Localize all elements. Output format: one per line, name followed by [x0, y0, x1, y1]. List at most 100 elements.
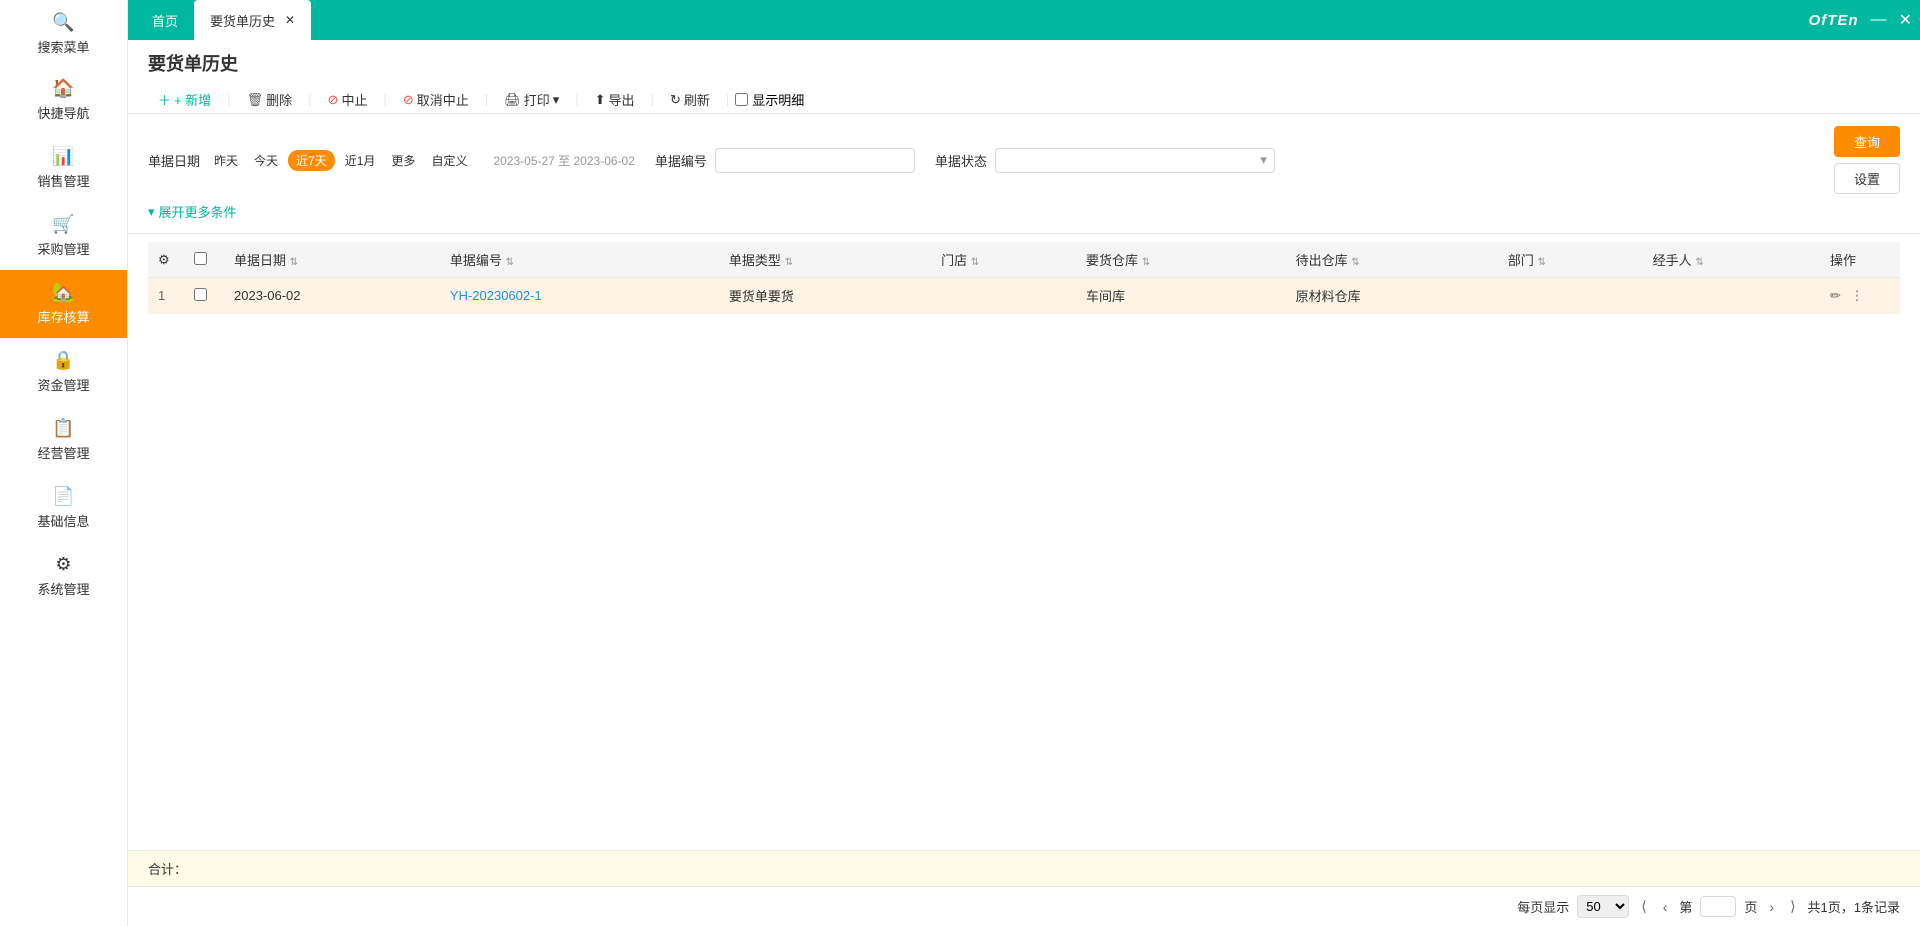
status-filter-group: 单据状态 ▾: [935, 148, 1275, 173]
sort-pending-warehouse-icon[interactable]: ⇅: [1351, 257, 1359, 268]
col-pending-warehouse: 待出仓库 ⇅: [1286, 242, 1498, 278]
sort-doc-type-icon[interactable]: ⇅: [785, 257, 793, 268]
row-1-doc-date: 2023-06-02: [224, 278, 440, 314]
col-settings: ⚙: [148, 242, 184, 278]
date-range-display: 2023-05-27 至 2023-06-02: [493, 152, 634, 169]
sort-store-icon[interactable]: ⇅: [971, 257, 979, 268]
sort-dept-icon[interactable]: ⇅: [1537, 257, 1545, 268]
date-filter-label: 单据日期: [148, 151, 200, 170]
select-all-checkbox[interactable]: [194, 252, 207, 265]
current-page-input[interactable]: 1: [1700, 896, 1736, 917]
row-1-store: [931, 278, 1076, 314]
date-btn-1month[interactable]: 近1月: [339, 150, 382, 171]
page-size-select[interactable]: 50 10 20 100: [1577, 895, 1629, 918]
date-btn-yesterday[interactable]: 昨天: [208, 150, 244, 171]
close-button[interactable]: ✕: [1899, 10, 1912, 30]
sidebar-item-purchase[interactable]: 🛒 采购管理: [0, 202, 127, 270]
tab-home[interactable]: 首页: [136, 0, 194, 40]
plus-icon: ＋: [158, 90, 171, 109]
print-button[interactable]: 🖨 打印 ▾: [494, 86, 569, 113]
delete-icon: 🗑: [247, 92, 264, 108]
expand-more-btn[interactable]: ▾ 展开更多条件: [148, 202, 1900, 221]
show-detail-checkbox[interactable]: [735, 93, 748, 106]
purchase-icon: 🛒: [52, 214, 74, 235]
row-1-select-checkbox[interactable]: [194, 288, 207, 301]
sidebar-item-sales[interactable]: 📊 销售管理: [0, 134, 127, 202]
table-area: ⚙ 单据日期 ⇅ 单据编号 ⇅ 单据类型 ⇅: [128, 234, 1920, 850]
sidebar-item-quick-nav[interactable]: 🏠 快捷导航: [0, 66, 127, 134]
date-btn-7days[interactable]: 近7天: [288, 150, 335, 171]
row-1-edit-icon[interactable]: ✏: [1830, 288, 1841, 303]
stop-button[interactable]: ⊘ 中止: [318, 86, 378, 113]
query-button[interactable]: 查询: [1834, 126, 1900, 157]
sidebar-item-inventory[interactable]: 🏡 库存核算: [0, 270, 127, 338]
date-shortcuts: 昨天 今天 近7天 近1月 更多 自定义: [208, 150, 473, 171]
sidebar-item-system[interactable]: ⚙ 系统管理: [0, 542, 127, 610]
status-input[interactable]: [995, 148, 1275, 173]
page-title: 要货单历史: [148, 50, 1900, 76]
summary-label: 合计：: [148, 862, 187, 877]
sidebar-item-operations[interactable]: 📋 经营管理: [0, 406, 127, 474]
last-page-button[interactable]: ⟩: [1786, 896, 1799, 917]
sep4: |: [485, 92, 488, 107]
toolbar: ＋ + 新增 | 🗑 删除 | ⊘ 中止 | ⊘ 取消中止 |: [148, 86, 804, 113]
basic-info-icon: 📄: [52, 486, 74, 507]
tab-requisition-history[interactable]: 要货单历史 ✕: [194, 0, 311, 40]
filter-actions: 查询 设置: [1834, 126, 1900, 194]
next-page-button[interactable]: ›: [1765, 897, 1778, 917]
cancel-stop-button[interactable]: ⊘ 取消中止: [393, 86, 479, 113]
doc-no-input[interactable]: [715, 148, 915, 173]
first-page-button[interactable]: ⟨: [1637, 896, 1650, 917]
sidebar-item-quick-nav-label: 快捷导航: [37, 103, 89, 122]
col-doc-type: 单据类型 ⇅: [719, 242, 931, 278]
finance-icon: 🔒: [52, 350, 74, 371]
sort-doc-no-icon[interactable]: ⇅: [506, 257, 514, 268]
export-button[interactable]: ⬆ 导出: [585, 86, 645, 113]
prev-page-button[interactable]: ‹: [1659, 897, 1672, 917]
sidebar-item-finance[interactable]: 🔒 资金管理: [0, 338, 127, 406]
row-1-pending-warehouse: 原材料仓库: [1286, 278, 1498, 314]
col-store: 门店 ⇅: [931, 242, 1076, 278]
new-button[interactable]: ＋ + 新增: [148, 86, 221, 113]
main-content: 首页 要货单历史 ✕ OfTEn — ✕ 要货单历史 ＋ + 新增 | 🗑: [128, 0, 1920, 926]
cancel-stop-icon: ⊘: [403, 92, 414, 108]
sidebar-item-finance-label: 资金管理: [37, 375, 89, 394]
sort-handler-icon[interactable]: ⇅: [1695, 257, 1703, 268]
sep5: |: [575, 92, 578, 107]
col-req-warehouse: 要货仓库 ⇅: [1076, 242, 1286, 278]
sales-icon: 📊: [52, 146, 74, 167]
refresh-button[interactable]: ↻ 刷新: [660, 86, 720, 113]
sort-doc-date-icon[interactable]: ⇅: [290, 257, 298, 268]
sidebar: 🔍 搜索菜单 🏠 快捷导航 📊 销售管理 🛒 采购管理 🏡 库存核算 🔒 资金管…: [0, 0, 128, 926]
refresh-icon: ↻: [670, 92, 681, 108]
footer-summary: 合计：: [128, 850, 1920, 886]
col-settings-icon[interactable]: ⚙: [158, 252, 170, 267]
date-btn-more[interactable]: 更多: [385, 150, 421, 171]
sep7: |: [726, 92, 729, 107]
print-dropdown-icon: ▾: [553, 92, 560, 108]
show-detail-toggle[interactable]: 显示明细: [735, 90, 804, 109]
delete-button[interactable]: 🗑 删除: [237, 86, 303, 113]
tab-home-label: 首页: [152, 11, 178, 30]
row-1-more-icon[interactable]: ⋮: [1851, 288, 1864, 303]
sidebar-item-search[interactable]: 🔍 搜索菜单: [0, 0, 127, 66]
row-1-doc-no-link[interactable]: YH-20230602-1: [450, 288, 542, 303]
export-icon: ⬆: [595, 92, 606, 108]
row-1-doc-no: YH-20230602-1: [440, 278, 719, 314]
col-checkbox: [184, 242, 224, 278]
tab-close-icon[interactable]: ✕: [285, 13, 295, 27]
minimize-button[interactable]: —: [1871, 11, 1887, 29]
sort-req-warehouse-icon[interactable]: ⇅: [1142, 257, 1150, 268]
row-1-checkbox: [184, 278, 224, 314]
brand-label: OfTEn: [1809, 12, 1859, 29]
date-btn-custom[interactable]: 自定义: [425, 150, 473, 171]
sidebar-item-basic-info[interactable]: 📄 基础信息: [0, 474, 127, 542]
table-row[interactable]: 1 2023-06-02 YH-20230602-1 要货单要货 车间库 原材料…: [148, 278, 1900, 314]
date-btn-today[interactable]: 今天: [248, 150, 284, 171]
col-dept: 部门 ⇅: [1498, 242, 1643, 278]
sep6: |: [651, 92, 654, 107]
date-range-text: 2023-05-27 至 2023-06-02: [493, 152, 634, 169]
settings-button[interactable]: 设置: [1834, 163, 1900, 194]
row-1-handler: [1643, 278, 1820, 314]
sidebar-item-operations-label: 经营管理: [37, 443, 89, 462]
